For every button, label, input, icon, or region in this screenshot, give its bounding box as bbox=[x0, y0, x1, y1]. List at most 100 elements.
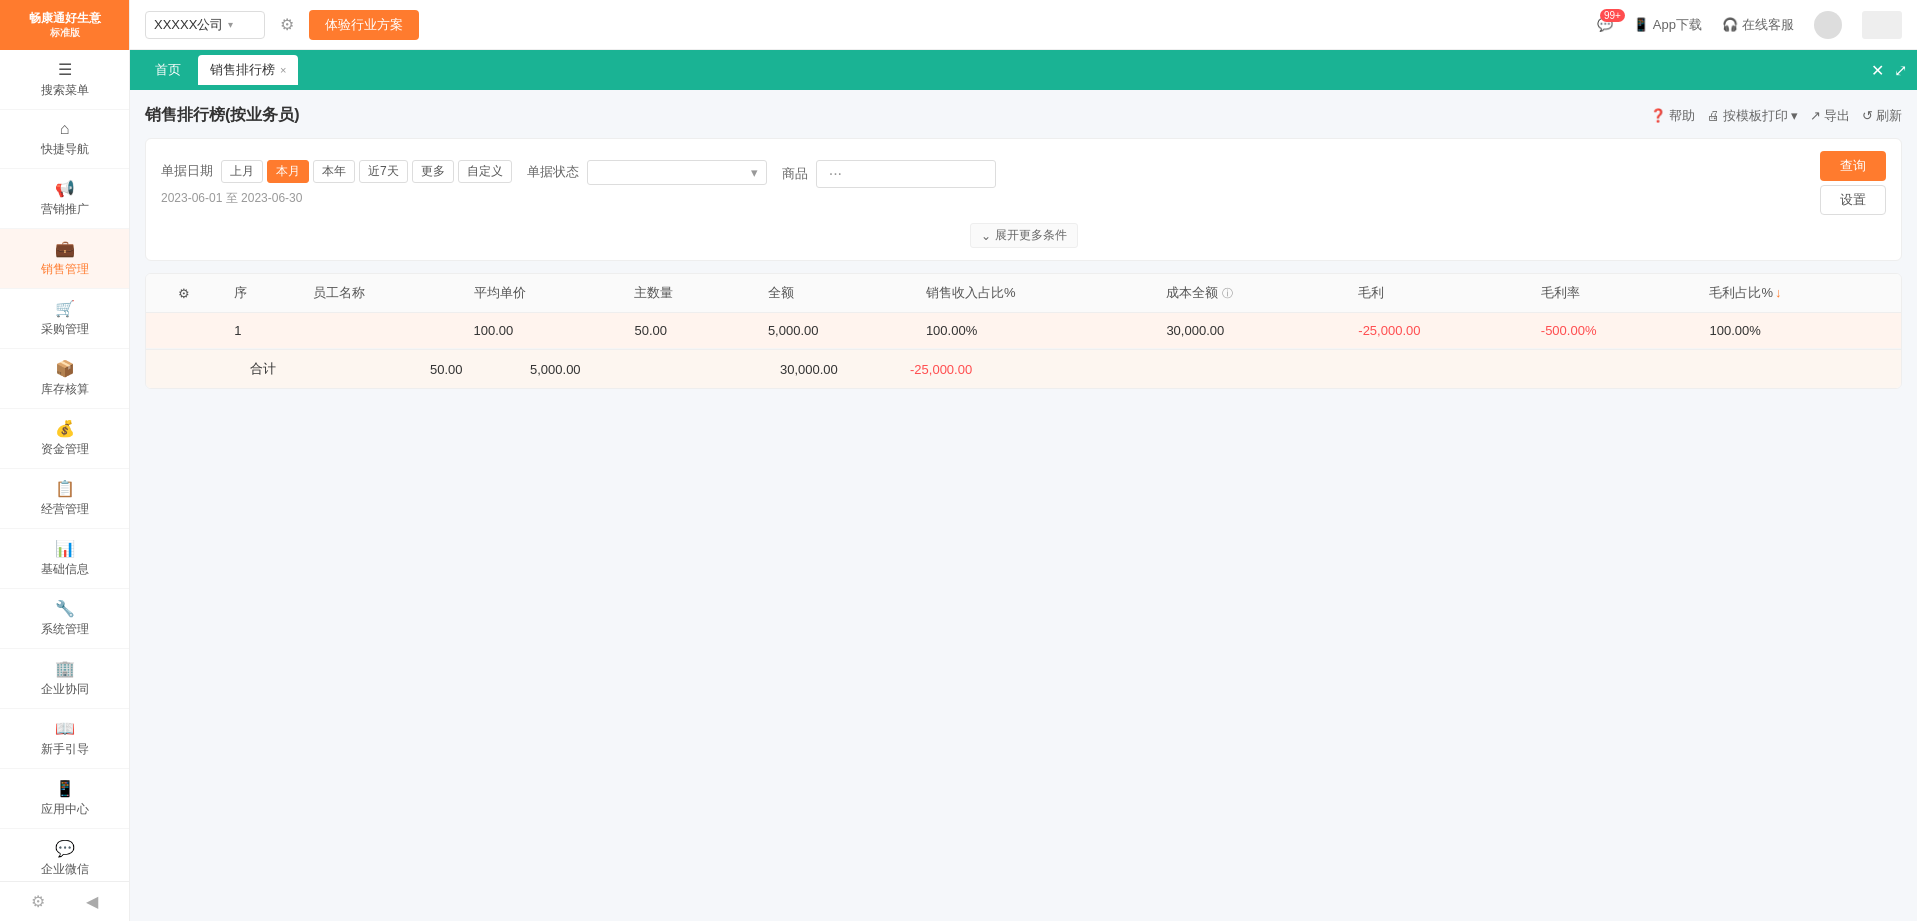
tab-window-close-icon[interactable]: ✕ bbox=[1871, 61, 1884, 80]
sidebar-item-basic[interactable]: 📊 基础信息 bbox=[0, 529, 129, 589]
sidebar-icon-app_center: 📱 bbox=[55, 779, 75, 798]
this-year-btn[interactable]: 本年 bbox=[313, 160, 355, 183]
sidebar-label-enterprise: 企业协同 bbox=[41, 681, 89, 698]
sidebar-icon-basic: 📊 bbox=[55, 539, 75, 558]
refresh-label: 刷新 bbox=[1876, 107, 1902, 125]
sidebar-item-search[interactable]: ☰ 搜索菜单 bbox=[0, 50, 129, 110]
sidebar: 畅康通好生意 标准版 ☰ 搜索菜单 ⌂ 快捷导航 📢 营销推广 💼 销售管理 🛒… bbox=[0, 0, 130, 921]
cell-sales-pct-0: 100.00% bbox=[914, 313, 1155, 349]
online-service-icon: 🎧 bbox=[1722, 17, 1738, 32]
sidebar-icon-sales: 💼 bbox=[55, 239, 75, 258]
tab-bar-right: ✕ ⤢ bbox=[1871, 61, 1907, 80]
page-actions: ❓ 帮助 🖨 按模板打印 ▾ ↗ 导出 ↺ 刷新 bbox=[1650, 107, 1902, 125]
goods-filter-group: 商品 ··· bbox=[782, 160, 996, 188]
table-row: 1 100.00 50.00 5,000.00 100.00% 30,000.0… bbox=[146, 313, 1901, 349]
online-service-label: 在线客服 bbox=[1742, 16, 1794, 34]
col-cost-header: 成本全额 ⓘ bbox=[1154, 274, 1346, 313]
last7-btn[interactable]: 近7天 bbox=[359, 160, 408, 183]
goods-dots-icon[interactable]: ··· bbox=[829, 165, 842, 183]
sidebar-item-enterprise[interactable]: 🏢 企业协同 bbox=[0, 649, 129, 709]
app-download-label: App下载 bbox=[1653, 16, 1702, 34]
sidebar-label-sales: 销售管理 bbox=[41, 261, 89, 278]
col-gross-rate-header: 毛利率 bbox=[1529, 274, 1698, 313]
expand-row: ⌄ 展开更多条件 bbox=[161, 223, 1886, 248]
status-select[interactable]: ▾ bbox=[587, 160, 767, 185]
export-action[interactable]: ↗ 导出 bbox=[1810, 107, 1850, 125]
header-settings-icon[interactable]: ⚙ bbox=[280, 15, 294, 34]
app-download-action[interactable]: 📱 App下载 bbox=[1633, 16, 1702, 34]
message-icon-container[interactable]: 💬 99+ bbox=[1597, 17, 1613, 32]
user-avatar[interactable] bbox=[1814, 11, 1842, 39]
app-download-icon: 📱 bbox=[1633, 17, 1649, 32]
sidebar-icon-operation: 📋 bbox=[55, 479, 75, 498]
expand-button[interactable]: ⌄ 展开更多条件 bbox=[970, 223, 1078, 248]
refresh-action[interactable]: ↺ 刷新 bbox=[1862, 107, 1902, 125]
sidebar-collapse-icon[interactable]: ◀ bbox=[86, 892, 98, 911]
more-dates-btn[interactable]: 更多 bbox=[412, 160, 454, 183]
sidebar-item-guide[interactable]: 📖 新手引导 bbox=[0, 709, 129, 769]
user-name-placeholder[interactable] bbox=[1862, 11, 1902, 39]
print-action[interactable]: 🖨 按模板打印 ▾ bbox=[1707, 107, 1798, 125]
footer-cost: 30,000.00 bbox=[768, 362, 898, 377]
company-selector[interactable]: XXXXX公司 ▾ bbox=[145, 11, 265, 39]
footer-quantity: 50.00 bbox=[418, 362, 518, 377]
sidebar-item-sales[interactable]: 💼 销售管理 bbox=[0, 229, 129, 289]
export-label: 导出 bbox=[1824, 107, 1850, 125]
sidebar-item-marketing[interactable]: 📢 营销推广 bbox=[0, 169, 129, 229]
goods-input[interactable]: ··· bbox=[816, 160, 996, 188]
help-action[interactable]: ❓ 帮助 bbox=[1650, 107, 1695, 125]
last-month-btn[interactable]: 上月 bbox=[221, 160, 263, 183]
sidebar-icon-enterprise: 🏢 bbox=[55, 659, 75, 678]
sidebar-icon-system: 🔧 bbox=[55, 599, 75, 618]
table-header-row: ⚙ 序 员工名称 平均单价 主数量 全额 销售收入占比% 成本全额 ⓘ 毛利 毛… bbox=[146, 274, 1901, 313]
sidebar-item-system[interactable]: 🔧 系统管理 bbox=[0, 589, 129, 649]
sidebar-label-search: 搜索菜单 bbox=[41, 82, 89, 99]
tab-sales-ranking[interactable]: 销售排行榜 × bbox=[198, 55, 298, 85]
trial-button[interactable]: 体验行业方案 bbox=[309, 10, 419, 40]
tab-sales-ranking-label: 销售排行榜 bbox=[210, 61, 275, 79]
tab-expand-icon[interactable]: ⤢ bbox=[1894, 61, 1907, 80]
sidebar-label-purchase: 采购管理 bbox=[41, 321, 89, 338]
status-filter-group: 单据状态 ▾ bbox=[527, 160, 767, 185]
export-icon: ↗ bbox=[1810, 108, 1821, 123]
expand-chevron-icon: ⌄ bbox=[981, 229, 991, 243]
column-settings-icon[interactable]: ⚙ bbox=[178, 286, 190, 301]
app-logo: 畅康通好生意 标准版 bbox=[0, 0, 129, 50]
sidebar-item-funds[interactable]: 💰 资金管理 bbox=[0, 409, 129, 469]
cell-avg-price-0: 100.00 bbox=[462, 313, 623, 349]
table-header: ⚙ 序 员工名称 平均单价 主数量 全额 销售收入占比% 成本全额 ⓘ 毛利 毛… bbox=[146, 274, 1901, 313]
online-service-action[interactable]: 🎧 在线客服 bbox=[1722, 16, 1794, 34]
sidebar-item-purchase[interactable]: 🛒 采购管理 bbox=[0, 289, 129, 349]
filter-row: 单据日期 上月 本月 本年 近7天 更多 自定义 2023-06-01 至 20… bbox=[161, 151, 1886, 215]
sidebar-settings-icon[interactable]: ⚙ bbox=[31, 892, 45, 911]
tab-close-icon[interactable]: × bbox=[280, 64, 286, 76]
query-button[interactable]: 查询 bbox=[1820, 151, 1886, 181]
sidebar-item-shortcut[interactable]: ⌂ 快捷导航 bbox=[0, 110, 129, 169]
top-header: XXXXX公司 ▾ ⚙ 体验行业方案 💬 99+ 📱 App下载 🎧 在线客服 bbox=[130, 0, 1917, 50]
table-body: 1 100.00 50.00 5,000.00 100.00% 30,000.0… bbox=[146, 313, 1901, 349]
sidebar-item-app_center[interactable]: 📱 应用中心 bbox=[0, 769, 129, 829]
cell-amount-0: 5,000.00 bbox=[756, 313, 914, 349]
data-table: ⚙ 序 员工名称 平均单价 主数量 全额 销售收入占比% 成本全额 ⓘ 毛利 毛… bbox=[146, 274, 1901, 349]
cell-gross-pct-0: 100.00% bbox=[1697, 313, 1901, 349]
sidebar-item-wechat[interactable]: 💬 企业微信 bbox=[0, 829, 129, 881]
tab-home[interactable]: 首页 bbox=[140, 53, 196, 87]
status-chevron-icon: ▾ bbox=[751, 165, 758, 180]
cost-info-icon[interactable]: ⓘ bbox=[1222, 287, 1233, 299]
cell-gross-rate-0: -500.00% bbox=[1529, 313, 1698, 349]
col-amount-header: 全额 bbox=[756, 274, 914, 313]
gross-pct-sort-icon[interactable]: ↓ bbox=[1775, 285, 1782, 300]
col-settings[interactable]: ⚙ bbox=[146, 274, 222, 313]
sidebar-item-operation[interactable]: 📋 经营管理 bbox=[0, 469, 129, 529]
sidebar-label-wechat: 企业微信 bbox=[41, 861, 89, 878]
this-month-btn[interactable]: 本月 bbox=[267, 160, 309, 183]
tab-bar: 首页 销售排行榜 × ✕ ⤢ bbox=[130, 50, 1917, 90]
col-gross-pct-header: 毛利占比%↓ bbox=[1697, 274, 1901, 313]
sidebar-item-inventory[interactable]: 📦 库存核算 bbox=[0, 349, 129, 409]
custom-date-btn[interactable]: 自定义 bbox=[458, 160, 512, 183]
cell-cost-0: 30,000.00 bbox=[1154, 313, 1346, 349]
page-title: 销售排行榜(按业务员) bbox=[145, 105, 300, 126]
set-button[interactable]: 设置 bbox=[1820, 185, 1886, 215]
date-filter-group: 单据日期 上月 本月 本年 近7天 更多 自定义 2023-06-01 至 20… bbox=[161, 160, 512, 207]
sidebar-nav: ☰ 搜索菜单 ⌂ 快捷导航 📢 营销推广 💼 销售管理 🛒 采购管理 📦 库存核… bbox=[0, 50, 129, 881]
